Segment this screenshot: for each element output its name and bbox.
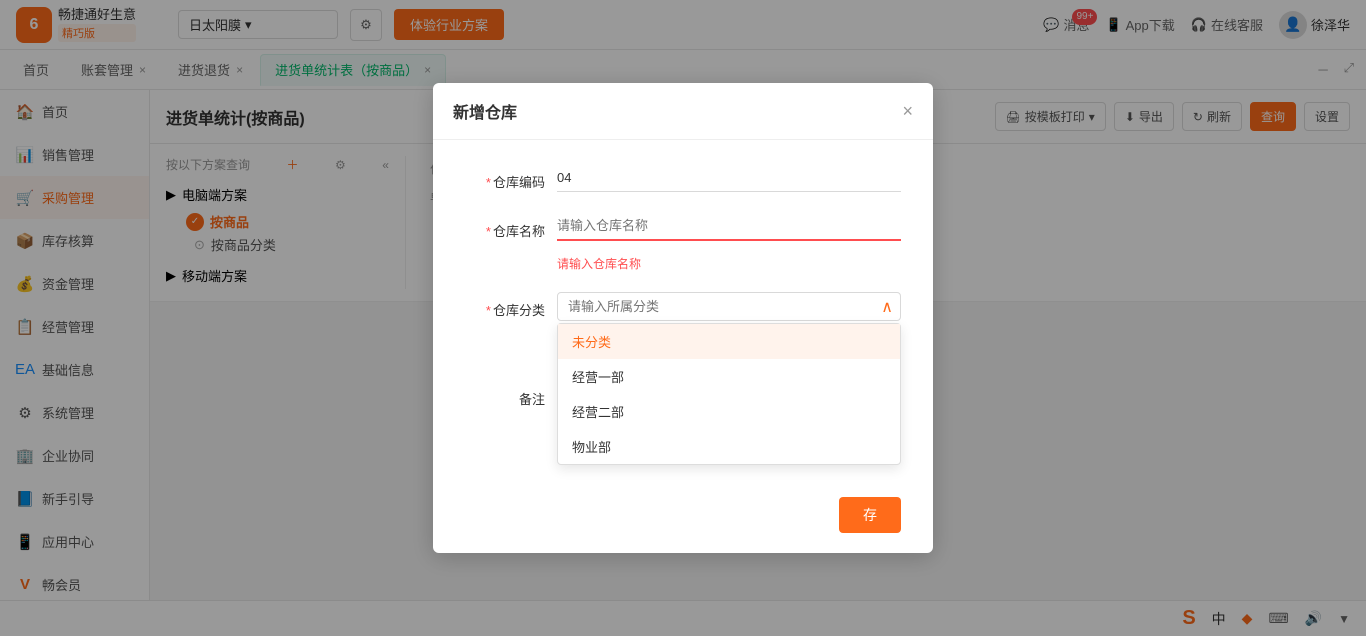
category-input[interactable] <box>557 292 901 321</box>
modal-close-button[interactable]: × <box>902 101 913 122</box>
name-input[interactable] <box>557 212 901 241</box>
name-error-message: 请输入仓库名称 <box>557 255 901 272</box>
dropdown-option-dept1[interactable]: 经营一部 <box>558 359 900 394</box>
name-field-row: 仓库名称 请输入仓库名称 <box>465 212 901 272</box>
code-label: 仓库编码 <box>465 164 545 191</box>
name-label: 仓库名称 <box>465 213 545 240</box>
modal-body: 仓库编码 仓库名称 请输入仓库名称 仓库分类 ∧ <box>433 140 933 485</box>
modal-footer: 存 <box>433 485 933 553</box>
modal-overlay: 新增仓库 × 仓库编码 仓库名称 请输入仓库名称 仓库分类 <box>0 0 1366 636</box>
category-select-wrap: ∧ 未分类 经营一部 经营二部 物业部 <box>557 292 901 321</box>
modal-title: 新增仓库 <box>453 99 517 123</box>
category-label: 仓库分类 <box>465 292 545 319</box>
category-dropdown: 未分类 经营一部 经营二部 物业部 <box>557 323 901 465</box>
note-label: 备注 <box>465 381 545 408</box>
dropdown-option-dept2[interactable]: 经营二部 <box>558 394 900 429</box>
category-arrow-icon[interactable]: ∧ <box>881 297 893 317</box>
code-input[interactable] <box>557 164 901 192</box>
modal-header: 新增仓库 × <box>433 83 933 140</box>
category-field-row: 仓库分类 ∧ 未分类 经营一部 经营二部 物业部 <box>465 292 901 321</box>
dropdown-option-property[interactable]: 物业部 <box>558 429 900 464</box>
code-field-row: 仓库编码 <box>465 164 901 192</box>
save-button[interactable]: 存 <box>839 497 901 533</box>
add-warehouse-modal: 新增仓库 × 仓库编码 仓库名称 请输入仓库名称 仓库分类 <box>433 83 933 553</box>
dropdown-option-unclassified[interactable]: 未分类 <box>558 324 900 359</box>
